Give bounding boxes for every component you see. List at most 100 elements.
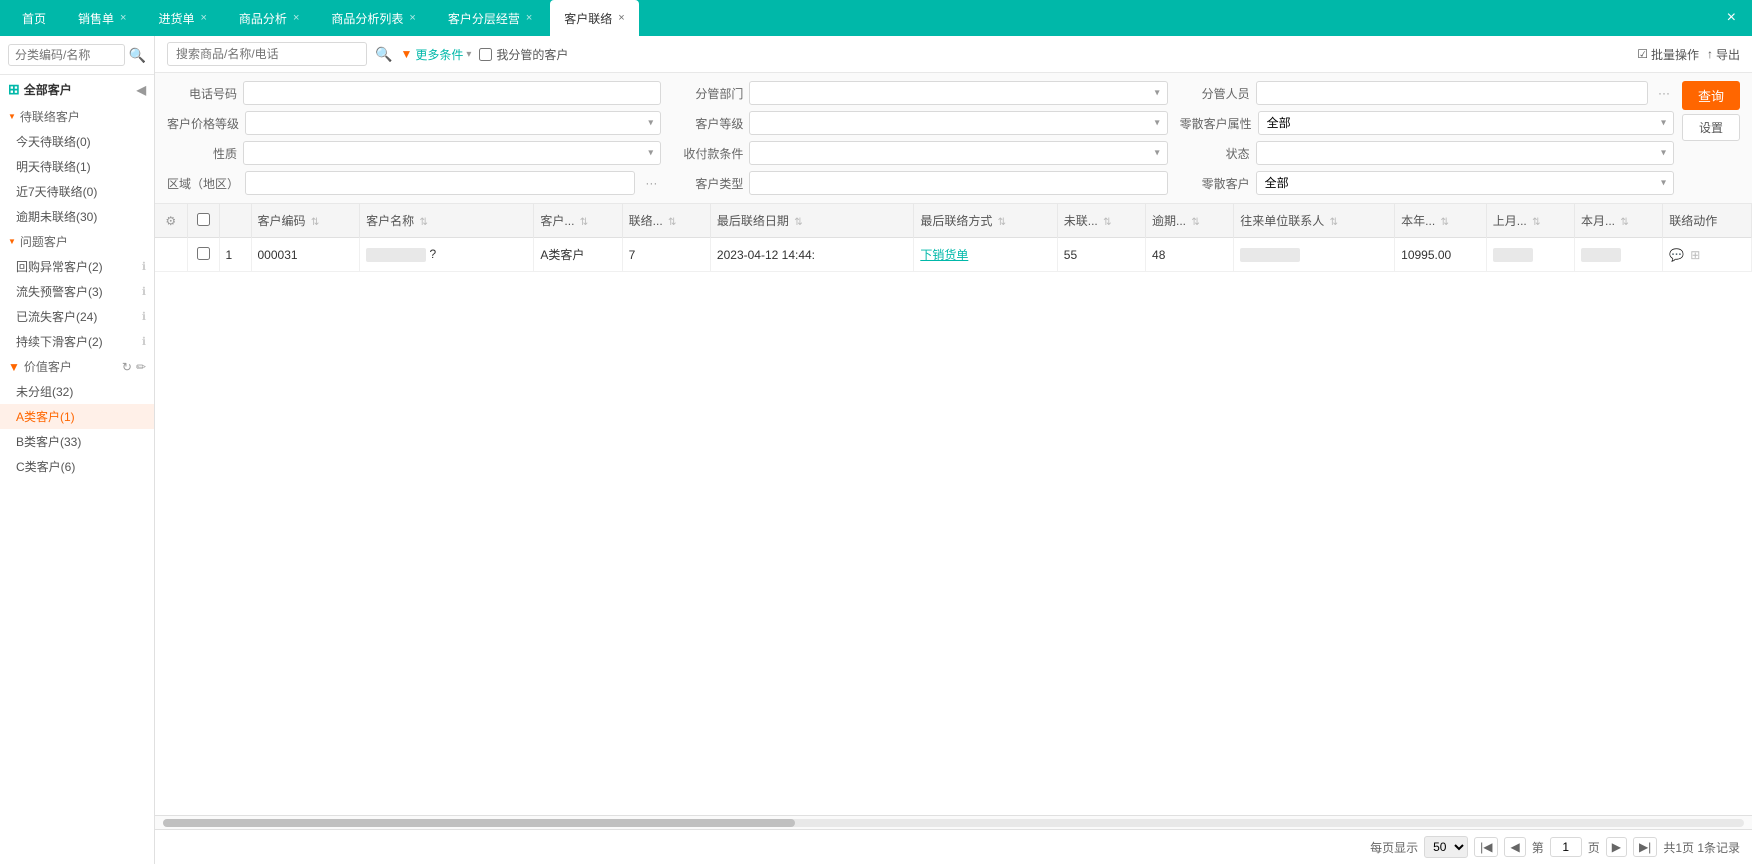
nav-tab-customer-contact[interactable]: 客户联络 × (550, 0, 638, 36)
staff-more-icon[interactable]: ··· (1654, 86, 1674, 100)
sidebar-collapse-icon[interactable]: ◀ (137, 83, 146, 97)
td-code: 000031 (251, 238, 360, 272)
filter-more-button[interactable]: ▼ 更多条件 ▾ (400, 46, 471, 63)
payment-select[interactable] (749, 141, 1167, 165)
refresh-icon[interactable]: ↻ (122, 360, 132, 374)
sidebar-item-overdue[interactable]: 逾期未联络(30) (0, 204, 154, 229)
nav-tab-sales[interactable]: 销售单 × (64, 0, 140, 36)
filter-retail-customer: 零散客户 全部 (1180, 171, 1674, 195)
edit-icon[interactable]: ✏ (136, 360, 146, 374)
th-code: 客户编码 ⇅ (251, 204, 360, 238)
td-gear (155, 238, 187, 272)
sidebar-search-input[interactable] (8, 44, 125, 66)
chat-icon[interactable]: 💬 (1669, 248, 1684, 262)
scrollbar-track[interactable] (163, 819, 1744, 827)
total-label: 共1页 1条记录 (1663, 839, 1740, 856)
filter-search-input[interactable] (167, 42, 367, 66)
next-page-button[interactable]: ▶ (1606, 837, 1627, 857)
last-method-link[interactable]: 下销货单 (920, 248, 968, 262)
grid-action-icon[interactable]: ⊞ (1690, 248, 1700, 262)
top-nav: 首页 销售单 × 进货单 × 商品分析 × 商品分析列表 × 客户分层经营 × … (0, 0, 1752, 36)
c-class-label: C类客户(6) (16, 458, 75, 475)
row-checkbox[interactable] (197, 247, 210, 260)
customer-level-select[interactable] (749, 111, 1167, 135)
prev-page-button[interactable]: ◀ (1504, 837, 1525, 857)
th-code-sort: ⇅ (311, 217, 319, 228)
sidebar-item-declining[interactable]: 持续下滑客户(2) ℹ (0, 329, 154, 354)
filter-search-button[interactable]: 🔍 (375, 46, 392, 63)
tab-analysis-close[interactable]: × (293, 12, 299, 24)
sidebar-all-customers[interactable]: ⊞ 全部客户 ◀ (0, 75, 154, 104)
sidebar-item-tomorrow[interactable]: 明天待联络(1) (0, 154, 154, 179)
problem-triangle-icon: ▼ (8, 237, 16, 246)
th-name: 客户名称 ⇅ (360, 204, 534, 238)
export-button[interactable]: ↑ 导出 (1707, 46, 1740, 63)
sidebar-item-7days[interactable]: 近7天待联络(0) (0, 179, 154, 204)
th-gear: ⚙ (155, 204, 187, 238)
nav-tab-analysis[interactable]: 商品分析 × (225, 0, 313, 36)
filter-dept: 分管部门 (673, 81, 1167, 105)
filter-region: 区域（地区） ··· (167, 171, 661, 195)
batch-ops-button[interactable]: ☑ 批量操作 (1637, 46, 1699, 63)
page-input[interactable] (1550, 837, 1582, 857)
per-page-select[interactable]: 50 (1424, 836, 1468, 858)
settings-button[interactable]: 设置 (1682, 114, 1740, 141)
tab-analysis-list-close[interactable]: × (409, 12, 415, 24)
sidebar-item-b-class[interactable]: B类客户(33) (0, 429, 154, 454)
scrollbar-thumb[interactable] (163, 819, 795, 827)
per-page-label: 每页显示 (1370, 839, 1418, 856)
sidebar-item-ungrouped[interactable]: 未分组(32) (0, 379, 154, 404)
gear-icon[interactable]: ⚙ (165, 214, 176, 228)
sidebar-item-repurchase[interactable]: 回购异常客户(2) ℹ (0, 254, 154, 279)
staff-input[interactable] (1256, 81, 1648, 105)
retail-attr-select[interactable]: 全部 (1258, 111, 1674, 135)
last-page-button[interactable]: ▶| (1633, 837, 1657, 857)
customer-type-input[interactable] (749, 171, 1167, 195)
tab-customer-tier-close[interactable]: × (526, 12, 532, 24)
th-code-label: 客户编码 (258, 214, 306, 228)
churn-warn-label: 流失预警客户(3) (16, 283, 103, 300)
my-customers-checkbox[interactable] (479, 48, 492, 61)
th-contact-sort: ⇅ (668, 217, 676, 228)
window-close-button[interactable]: × (1719, 9, 1744, 27)
sidebar-search-icon[interactable]: 🔍 (129, 47, 146, 64)
select-all-checkbox[interactable] (197, 213, 210, 226)
horizontal-scrollbar[interactable] (155, 815, 1752, 829)
dept-select[interactable] (749, 81, 1167, 105)
query-button[interactable]: 查询 (1682, 81, 1740, 110)
sidebar-item-churned[interactable]: 已流失客户(24) ℹ (0, 304, 154, 329)
sidebar-item-today[interactable]: 今天待联络(0) (0, 129, 154, 154)
sidebar-item-a-class[interactable]: A类客户(1) (0, 404, 154, 429)
first-page-button[interactable]: |◀ (1474, 837, 1498, 857)
region-more-icon[interactable]: ··· (641, 176, 661, 190)
nav-tab-purchase[interactable]: 进货单 × (144, 0, 220, 36)
tab-customer-contact-close[interactable]: × (618, 12, 624, 24)
th-last-date: 最后联络日期 ⇅ (710, 204, 913, 238)
advanced-filters: 电话号码 分管部门 分管人员 ··· (155, 73, 1752, 204)
nav-home[interactable]: 首页 (8, 0, 60, 36)
overdue-label: 逾期未联络(30) (16, 208, 97, 225)
my-customers-label: 我分管的客户 (496, 46, 568, 63)
nav-tab-analysis-list[interactable]: 商品分析列表 × (317, 0, 429, 36)
filter-customer-level: 客户等级 (673, 111, 1167, 135)
nature-select[interactable] (243, 141, 661, 165)
th-unit-contact-label: 往来单位联系人 (1240, 214, 1324, 228)
price-level-select[interactable] (245, 111, 661, 135)
sidebar-item-c-class[interactable]: C类客户(6) (0, 454, 154, 479)
filter-status: 状态 (1180, 141, 1674, 165)
retail-customer-select[interactable]: 全部 (1256, 171, 1674, 195)
th-last-method-sort: ⇅ (998, 217, 1006, 228)
churned-label: 已流失客户(24) (16, 308, 97, 325)
tab-sales-close[interactable]: × (120, 12, 126, 24)
region-input[interactable] (245, 171, 635, 195)
nav-tab-customer-tier[interactable]: 客户分层经营 × (434, 0, 546, 36)
tab-purchase-close[interactable]: × (200, 12, 206, 24)
status-select[interactable] (1256, 141, 1674, 165)
filter-retail-attr: 零散客户属性 全部 (1180, 111, 1674, 135)
td-index: 1 (219, 238, 251, 272)
sidebar-item-churn-warn[interactable]: 流失预警客户(3) ℹ (0, 279, 154, 304)
export-icon: ↑ (1707, 47, 1713, 61)
th-overdue: 逾期... ⇅ (1146, 204, 1234, 238)
my-customers-checkbox-wrap[interactable]: 我分管的客户 (479, 46, 568, 63)
phone-input[interactable] (243, 81, 661, 105)
